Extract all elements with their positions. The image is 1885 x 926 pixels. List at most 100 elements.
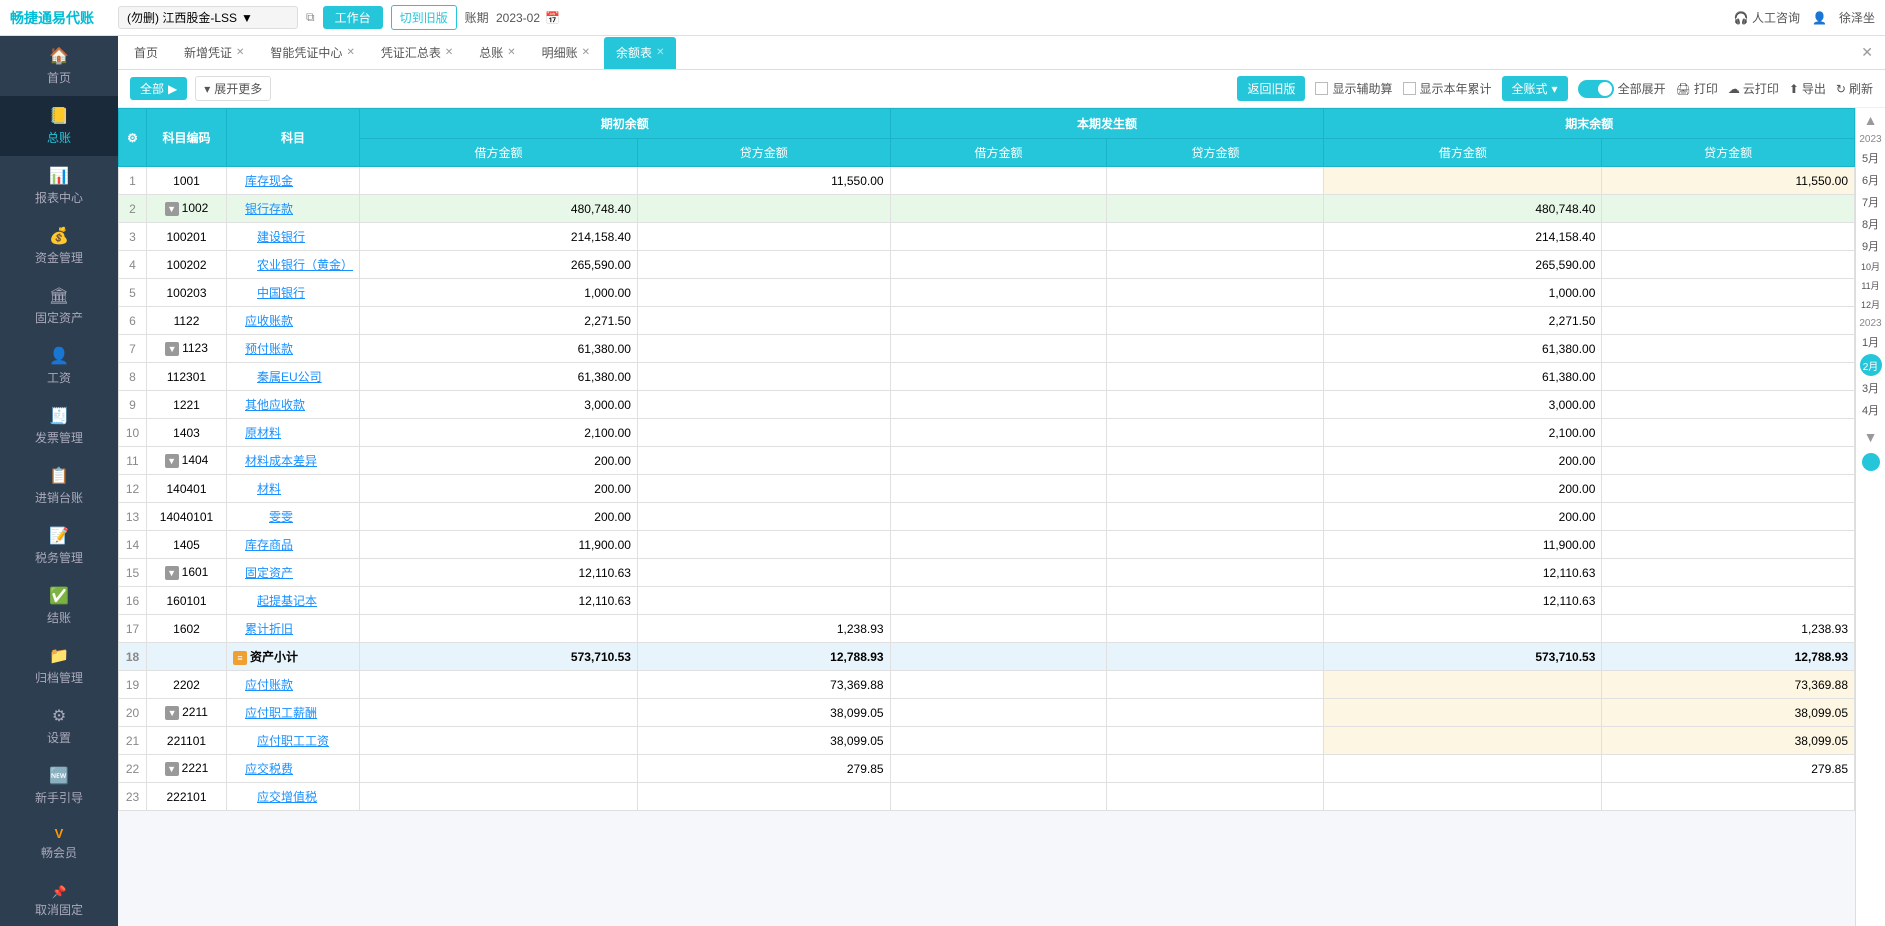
tab-home[interactable]: 首页 <box>122 37 170 69</box>
sidebar-item-invoice[interactable]: 🧾 发票管理 <box>0 396 118 456</box>
sidebar-item-ledger[interactable]: 📒 总账 <box>0 96 118 156</box>
timeline-down-arrow[interactable]: ▼ <box>1860 425 1882 449</box>
old-version-button[interactable]: 切到旧版 <box>391 5 457 30</box>
sidebar-item-tax[interactable]: 📝 税务管理 <box>0 516 118 576</box>
subject-cell[interactable]: 累计折旧 <box>227 615 360 643</box>
consultant-btn[interactable]: 🎧 人工咨询 <box>1734 9 1800 26</box>
filter-all-button[interactable]: 全部 ▶ <box>130 77 187 100</box>
sidebar-item-reports[interactable]: 📊 报表中心 <box>0 156 118 216</box>
subject-cell[interactable]: 预付账款 <box>227 335 360 363</box>
subject-cell[interactable]: 库存商品 <box>227 531 360 559</box>
timeline-month-7[interactable]: 7月 <box>1856 191 1885 213</box>
tab-general-ledger[interactable]: 总账 ✕ <box>467 37 527 69</box>
subject-cell[interactable]: 应付职工工资 <box>227 727 360 755</box>
refresh-button[interactable]: ↻ 刷新 <box>1836 80 1873 97</box>
sidebar-item-newguide[interactable]: 🆕 新手引导 <box>0 756 118 816</box>
sidebar-item-assets[interactable]: 🏛 固定资产 <box>0 276 118 336</box>
sidebar-item-settings[interactable]: ⚙ 设置 <box>0 696 118 756</box>
sidebar-item-home[interactable]: 🏠 首页 <box>0 36 118 96</box>
sidebar-item-archive[interactable]: 📁 归档管理 <box>0 636 118 696</box>
subject-cell[interactable]: 应交税费 <box>227 755 360 783</box>
sidebar-footer[interactable]: 📌 取消固定 <box>0 877 118 926</box>
subject-cell[interactable]: 建设银行 <box>227 223 360 251</box>
timeline-month-9[interactable]: 9月 <box>1856 235 1885 257</box>
subject-cell[interactable]: 农业银行（黄金） <box>227 251 360 279</box>
tab-general-ledger-close[interactable]: ✕ <box>507 47 515 58</box>
ending-debit-cell: 573,710.53 <box>1324 643 1602 671</box>
subject-cell[interactable]: 库存现金 <box>227 167 360 195</box>
expand-icon[interactable]: ▼ <box>165 342 179 356</box>
workbench-button[interactable]: 工作台 <box>323 6 383 29</box>
sidebar-item-capital[interactable]: 💰 资金管理 <box>0 216 118 276</box>
show-subsidiary-checkbox[interactable] <box>1315 82 1328 95</box>
full-style-button[interactable]: 全账式 ▾ <box>1502 76 1568 101</box>
subject-cell[interactable]: 其他应收款 <box>227 391 360 419</box>
timeline-month-1[interactable]: 1月 <box>1856 331 1885 353</box>
settings-col-header: ⚙ <box>119 109 147 167</box>
show-subsidiary-toggle[interactable]: 显示辅助算 <box>1315 80 1392 97</box>
subject-cell[interactable]: 应收账款 <box>227 307 360 335</box>
timeline-month-2[interactable]: 2月 <box>1860 354 1882 376</box>
tab-balance-sheet[interactable]: 余额表 ✕ <box>604 37 676 69</box>
print-button[interactable]: 🖨 打印 <box>1676 80 1718 97</box>
sidebar-item-member[interactable]: V 畅会员 <box>0 816 118 871</box>
timeline-month-12[interactable]: 12月 <box>1856 295 1885 314</box>
subject-cell[interactable]: 应交增值税 <box>227 783 360 811</box>
cloud-print-button[interactable]: ☁ 云打印 <box>1728 80 1779 97</box>
user-avatar[interactable]: 👤 <box>1812 11 1827 25</box>
tab-detail-ledger[interactable]: 明细账 ✕ <box>530 37 602 69</box>
timeline-month-6[interactable]: 6月 <box>1856 169 1885 191</box>
tab-balance-sheet-close[interactable]: ✕ <box>656 47 664 58</box>
tab-smart-center-close[interactable]: ✕ <box>346 47 354 58</box>
calendar-icon[interactable]: 📅 <box>545 11 560 25</box>
tab-voucher-summary-close[interactable]: ✕ <box>445 47 453 58</box>
timeline-month-4[interactable]: 4月 <box>1856 399 1885 421</box>
timeline-up-arrow[interactable]: ▲ <box>1860 108 1882 132</box>
sidebar-item-payroll[interactable]: 👤 工资 <box>0 336 118 396</box>
timeline-month-8[interactable]: 8月 <box>1856 213 1885 235</box>
subject-cell[interactable]: 雯雯 <box>227 503 360 531</box>
subject-cell[interactable]: 应付职工薪酬 <box>227 699 360 727</box>
subject-cell[interactable]: 原材料 <box>227 419 360 447</box>
show-ytd-toggle[interactable]: 显示本年累计 <box>1403 80 1492 97</box>
toggle-switch[interactable] <box>1578 80 1614 98</box>
subject-cell[interactable]: 银行存款 <box>227 195 360 223</box>
sidebar-item-purchase[interactable]: 📋 进销台账 <box>0 456 118 516</box>
subject-cell[interactable]: 材料 <box>227 475 360 503</box>
timeline-month-10[interactable]: 10月 <box>1856 257 1885 276</box>
sidebar-item-checkout[interactable]: ✅ 结账 <box>0 576 118 636</box>
timeline-month-5[interactable]: 5月 <box>1856 147 1885 169</box>
tab-smart-center[interactable]: 智能凭证中心 ✕ <box>258 37 366 69</box>
company-selector[interactable]: (勿删) 江西股金-LSS ▼ <box>118 6 298 29</box>
subject-cell[interactable]: 材料成本差异 <box>227 447 360 475</box>
subject-col-header: 科目 <box>227 109 360 167</box>
window-close-btn[interactable]: ✕ <box>1853 44 1881 61</box>
timeline-year-2023-mid: 2023 <box>1859 316 1881 331</box>
timeline-month-3[interactable]: 3月 <box>1856 377 1885 399</box>
expand-more-button[interactable]: ▾ 展开更多 <box>195 76 271 101</box>
export-button[interactable]: ⬆ 导出 <box>1789 80 1826 97</box>
expand-icon[interactable]: ▼ <box>165 566 179 580</box>
subject-cell[interactable]: 应付账款 <box>227 671 360 699</box>
expand-icon[interactable]: ▼ <box>165 202 179 216</box>
subject-cell[interactable]: 秦属EU公司 <box>227 363 360 391</box>
copy-icon[interactable]: ⧉ <box>306 10 315 25</box>
tab-new-voucher[interactable]: 新增凭证 ✕ <box>172 37 256 69</box>
subject-cell[interactable]: 固定资产 <box>227 559 360 587</box>
tab-voucher-summary[interactable]: 凭证汇总表 ✕ <box>369 37 465 69</box>
tab-new-voucher-close[interactable]: ✕ <box>236 47 244 58</box>
timeline-month-11[interactable]: 11月 <box>1856 276 1885 295</box>
tab-detail-ledger-close[interactable]: ✕ <box>582 47 590 58</box>
expand-icon[interactable]: ▼ <box>165 454 179 468</box>
ending-credit-cell: 38,099.05 <box>1602 699 1855 727</box>
show-ytd-checkbox[interactable] <box>1403 82 1416 95</box>
expand-all-toggle[interactable]: 全部展开 <box>1578 80 1666 98</box>
timeline-dot[interactable] <box>1862 453 1880 471</box>
expand-icon[interactable]: ▼ <box>165 706 179 720</box>
table-container[interactable]: ⚙ 科目编码 科目 期初余额 本期发生额 期末余额 借方金额 贷方金额 借方金额… <box>118 108 1855 926</box>
subject-cell[interactable]: 起提基记本 <box>227 587 360 615</box>
return-old-button[interactable]: 返回旧版 <box>1237 76 1305 101</box>
subject-cell[interactable]: 中国银行 <box>227 279 360 307</box>
current-credit-cell <box>1107 503 1324 531</box>
expand-icon[interactable]: ▼ <box>165 762 179 776</box>
